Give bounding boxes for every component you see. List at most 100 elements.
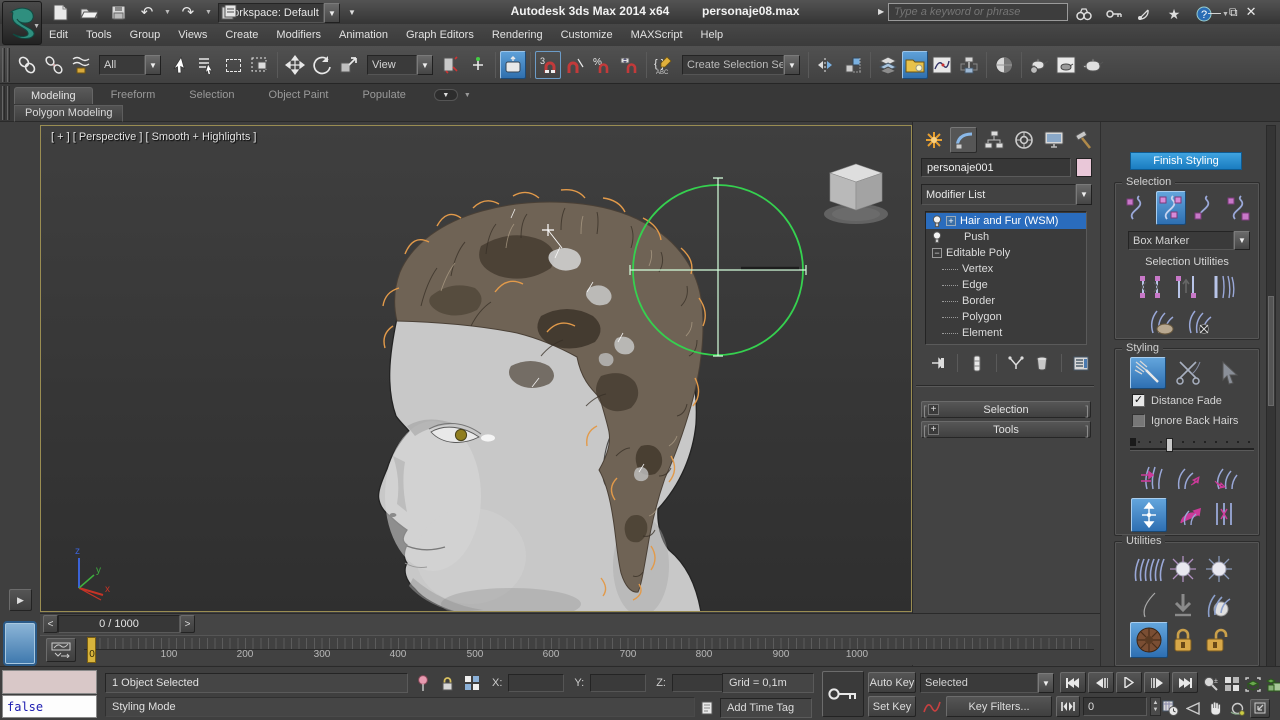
set-key-button[interactable]: Set Key bbox=[868, 696, 916, 717]
stack-item-edge[interactable]: Edge bbox=[926, 277, 1086, 293]
viewport-layout-tab[interactable] bbox=[3, 621, 37, 666]
selected-key-filter-dropdown[interactable]: Selected ▼ bbox=[920, 673, 1054, 693]
undo-icon[interactable]: ↶ bbox=[135, 0, 159, 24]
time-tag-note-icon[interactable] bbox=[700, 700, 714, 716]
menu-tools[interactable]: Tools bbox=[77, 26, 121, 44]
set-keys-button[interactable] bbox=[822, 671, 864, 717]
maximize-viewport-cubes-icon[interactable] bbox=[1265, 672, 1280, 696]
toolbar-dock-handle[interactable] bbox=[2, 48, 5, 82]
menu-group[interactable]: Group bbox=[121, 26, 170, 44]
add-time-tag-field[interactable]: Add Time Tag bbox=[720, 698, 812, 718]
time-forward-button[interactable]: > bbox=[180, 615, 195, 633]
selection-lock-toggle-icon[interactable] bbox=[439, 674, 455, 692]
distance-fade-checkbox[interactable]: ✓ bbox=[1132, 394, 1145, 407]
menu-rendering[interactable]: Rendering bbox=[483, 26, 552, 44]
hair-select-tool-icon[interactable] bbox=[1212, 357, 1248, 389]
unlock-hairs-icon[interactable] bbox=[1200, 622, 1238, 658]
ignore-back-hairs-row[interactable]: Ignore Back Hairs bbox=[1132, 414, 1238, 427]
select-and-rotate-icon[interactable] bbox=[309, 51, 335, 79]
project-folder-icon[interactable] bbox=[217, 0, 241, 24]
undo-dropdown-arrow[interactable]: ▼ bbox=[164, 9, 171, 16]
redo-icon[interactable]: ↷ bbox=[176, 0, 200, 24]
select-hair-by-ends-icon[interactable] bbox=[1122, 191, 1152, 225]
auto-key-button[interactable]: Auto Key bbox=[868, 672, 916, 693]
scene-explorer-icon[interactable] bbox=[902, 51, 928, 79]
render-production-icon[interactable] bbox=[1080, 51, 1106, 79]
select-object-icon[interactable] bbox=[166, 51, 192, 79]
ribbon-tab-populate[interactable]: Populate bbox=[346, 87, 421, 103]
curve-editor-icon[interactable] bbox=[929, 51, 955, 79]
stack-item-editable-poly[interactable]: − Editable Poly bbox=[926, 245, 1086, 261]
time-configuration-icon[interactable] bbox=[1160, 696, 1180, 720]
menu-edit[interactable]: Edit bbox=[40, 26, 77, 44]
select-hair-roots-icon[interactable] bbox=[1224, 191, 1254, 225]
distance-fade-row[interactable]: ✓ Distance Fade bbox=[1132, 394, 1222, 407]
recomb-from-splines-icon[interactable] bbox=[1130, 588, 1168, 622]
use-pivot-point-center-icon[interactable] bbox=[438, 51, 464, 79]
select-and-scale-icon[interactable] bbox=[336, 51, 362, 79]
time-back-button[interactable]: < bbox=[43, 615, 58, 633]
align-icon[interactable] bbox=[840, 51, 866, 79]
go-to-end-button[interactable] bbox=[1172, 672, 1198, 693]
bind-to-space-warp-icon[interactable] bbox=[68, 51, 94, 79]
new-scene-icon[interactable] bbox=[48, 0, 72, 24]
stack-item-element[interactable]: Element bbox=[926, 325, 1086, 341]
z-coordinate-field[interactable] bbox=[671, 674, 728, 692]
ribbon-panel-polygon-modeling[interactable]: Polygon Modeling bbox=[14, 105, 124, 122]
workspace-flyout-arrow[interactable]: ▼ bbox=[348, 8, 356, 17]
stand-hairs-icon[interactable] bbox=[1172, 462, 1206, 494]
close-button[interactable]: ✕ bbox=[1246, 4, 1257, 20]
command-tab-hierarchy-icon[interactable] bbox=[980, 127, 1007, 153]
key-license-icon[interactable] bbox=[1102, 2, 1126, 26]
toolbar-dock-handle2[interactable] bbox=[7, 48, 10, 82]
layer-manager-icon[interactable] bbox=[875, 51, 901, 79]
rotate-selection-icon[interactable] bbox=[1170, 271, 1202, 303]
absolute-offset-mode-icon[interactable] bbox=[464, 675, 480, 691]
isolate-selection-pin-icon[interactable] bbox=[416, 674, 430, 692]
time-slider-display[interactable]: 0 / 1000 bbox=[58, 615, 180, 633]
next-frame-button[interactable] bbox=[1144, 672, 1170, 693]
select-and-link-icon[interactable] bbox=[14, 51, 40, 79]
pin-stack-icon[interactable] bbox=[928, 353, 948, 373]
hair-panel-scrollbar[interactable] bbox=[1266, 125, 1276, 673]
percent-snap-toggle-icon[interactable]: % bbox=[589, 51, 615, 79]
ribbon-tab-modeling[interactable]: Modeling bbox=[14, 86, 93, 104]
rendered-frame-window-icon[interactable] bbox=[1053, 51, 1079, 79]
menu-help[interactable]: Help bbox=[692, 26, 733, 44]
viewport-layout-expand-button[interactable]: ▶ bbox=[9, 589, 32, 611]
rollout-tools[interactable]: [ + Tools ] bbox=[921, 421, 1091, 438]
menu-graph-editors[interactable]: Graph Editors bbox=[397, 26, 483, 44]
spinner-snap-toggle-icon[interactable] bbox=[616, 51, 642, 79]
previous-frame-button[interactable] bbox=[1088, 672, 1114, 693]
stack-item-push[interactable]: Push bbox=[926, 229, 1086, 245]
schematic-view-icon[interactable] bbox=[956, 51, 982, 79]
material-editor-icon[interactable] bbox=[991, 51, 1017, 79]
rotate-hairs-icon[interactable] bbox=[1172, 498, 1206, 530]
ribbon-options-arrow[interactable]: ▼ bbox=[464, 92, 471, 99]
stack-item-hair-and-fur[interactable]: + Hair and Fur (WSM) bbox=[926, 213, 1086, 229]
render-setup-icon[interactable] bbox=[1026, 51, 1052, 79]
stack-item-border[interactable]: Border bbox=[926, 293, 1086, 309]
translate-hairs-mode-icon[interactable] bbox=[1136, 462, 1170, 494]
menu-customize[interactable]: Customize bbox=[552, 26, 622, 44]
lock-hairs-icon[interactable] bbox=[1164, 622, 1202, 658]
regrow-hair-icon[interactable] bbox=[1200, 588, 1238, 622]
menu-modifiers[interactable]: Modifiers bbox=[267, 26, 330, 44]
select-by-name-icon[interactable] bbox=[193, 51, 219, 79]
favorites-star-icon[interactable]: ★ bbox=[1162, 2, 1186, 26]
viewport-label[interactable]: [ + ] [ Perspective ] [ Smooth + Highlig… bbox=[51, 131, 256, 143]
snaps-use-icon[interactable] bbox=[1223, 672, 1241, 696]
zoom-selected-key-icon[interactable]: ± bbox=[1202, 672, 1220, 696]
scale-hairs-icon[interactable] bbox=[1208, 498, 1242, 530]
reset-rest-icon[interactable] bbox=[1164, 588, 1202, 622]
rollout-tools-expand-icon[interactable]: + bbox=[928, 424, 939, 435]
command-tab-motion-icon[interactable] bbox=[1010, 127, 1037, 153]
reference-coordinate-system-dropdown[interactable]: View ▼ bbox=[367, 55, 433, 75]
command-tab-display-icon[interactable] bbox=[1040, 127, 1067, 153]
save-file-icon[interactable] bbox=[106, 0, 130, 24]
rollout-selection[interactable]: [ + Selection ] bbox=[921, 401, 1091, 418]
mirror-icon[interactable] bbox=[813, 51, 839, 79]
marker-display-dropdown[interactable]: Box Marker ▼ bbox=[1128, 231, 1250, 250]
open-mini-curve-editor-button[interactable] bbox=[46, 638, 76, 662]
app-logo[interactable]: ▼ bbox=[2, 1, 42, 45]
